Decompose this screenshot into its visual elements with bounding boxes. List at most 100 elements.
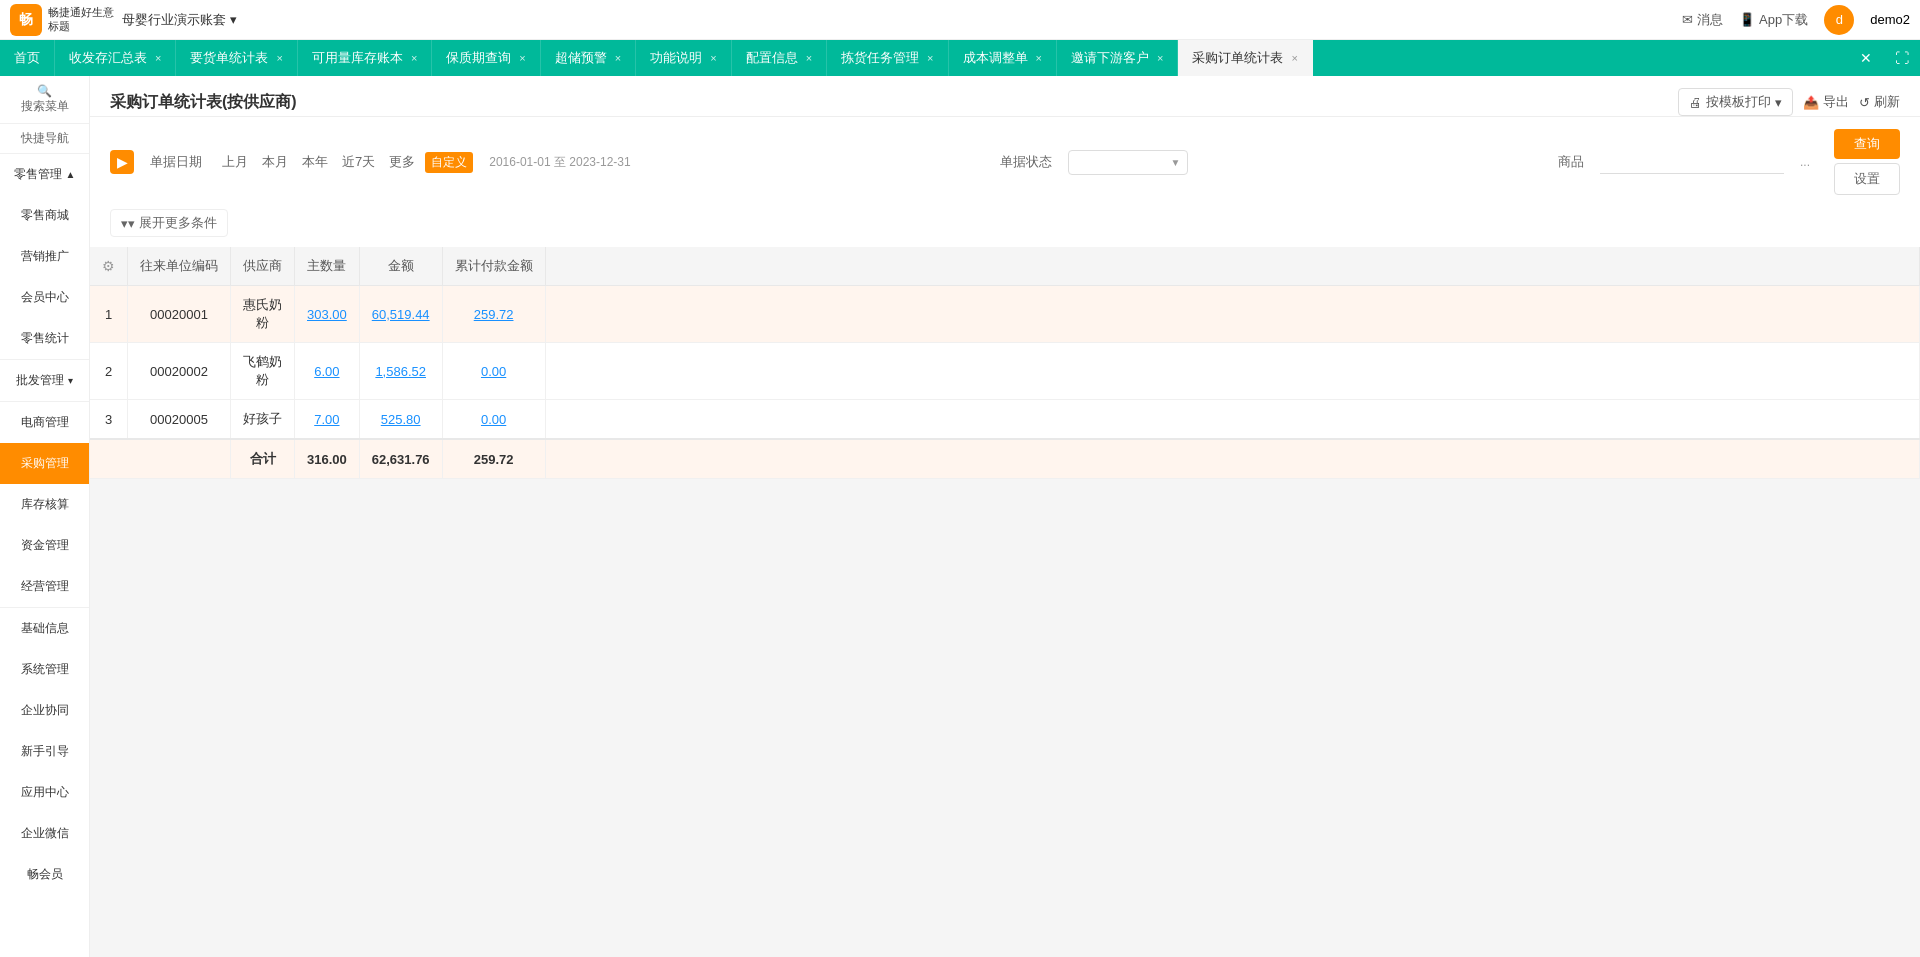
query-btn[interactable]: 查询 bbox=[1834, 129, 1900, 159]
nav-tabs: 首页 收发存汇总表 × 要货单统计表 × 可用量库存账本 × 保质期查询 × 超… bbox=[0, 40, 1920, 76]
sidebar-item-operations[interactable]: 经营管理 bbox=[0, 566, 89, 607]
logo-text: 畅捷通好生意 标题 bbox=[48, 6, 114, 32]
sidebar-item-member[interactable]: 会员中心 bbox=[0, 277, 89, 318]
sidebar-item-ecommerce[interactable]: 电商管理 bbox=[0, 402, 89, 443]
sidebar-item-search[interactable]: 🔍 搜索菜单 bbox=[0, 76, 89, 124]
close-icon[interactable]: × bbox=[710, 52, 716, 64]
close-icon[interactable]: × bbox=[806, 52, 812, 64]
close-icon[interactable]: × bbox=[155, 52, 161, 64]
footer-label: 合计 bbox=[231, 439, 295, 479]
avatar[interactable]: d bbox=[1824, 5, 1854, 35]
close-icon[interactable]: × bbox=[519, 52, 525, 64]
refresh-btn[interactable]: ↺ 刷新 bbox=[1859, 93, 1900, 111]
app-download-btn[interactable]: 📱 App下载 bbox=[1739, 11, 1808, 29]
sidebar-item-marketing[interactable]: 营销推广 bbox=[0, 236, 89, 277]
goods-input[interactable] bbox=[1600, 150, 1784, 174]
tab-gongneng[interactable]: 功能说明 × bbox=[636, 40, 731, 76]
sidebar-item-quicknav[interactable]: 快捷导航 bbox=[0, 124, 89, 154]
footer-amount: 62,631.76 bbox=[359, 439, 442, 479]
close-icon[interactable]: × bbox=[1157, 52, 1163, 64]
row-extra-1 bbox=[545, 286, 1919, 343]
row-qty-3[interactable]: 7.00 bbox=[295, 400, 360, 440]
close-icon[interactable]: × bbox=[615, 52, 621, 64]
data-table: ⚙ 往来单位编码 供应商 主数量 金额 累计付款金额 1 00020001 惠氏… bbox=[90, 247, 1920, 479]
last-7days-btn[interactable]: 近7天 bbox=[338, 151, 379, 173]
more-fields-btn[interactable]: ... bbox=[1800, 155, 1810, 169]
sidebar-item-finance[interactable]: 资金管理 bbox=[0, 525, 89, 566]
table-body: 1 00020001 惠氏奶粉 303.00 60,519.44 259.72 … bbox=[90, 286, 1920, 440]
row-paid-1[interactable]: 259.72 bbox=[442, 286, 545, 343]
this-month-btn[interactable]: 本月 bbox=[258, 151, 292, 173]
col-settings[interactable]: ⚙ bbox=[90, 247, 128, 286]
close-icon[interactable]: × bbox=[1036, 52, 1042, 64]
fullscreen-btn[interactable]: ⛶ bbox=[1884, 40, 1920, 76]
filter-toggle-btn[interactable]: ▶ bbox=[110, 150, 134, 174]
row-amount-3[interactable]: 525.80 bbox=[359, 400, 442, 440]
sidebar-item-wholesale[interactable]: 批发管理 ▾ bbox=[0, 360, 89, 401]
tab-chaochuyu[interactable]: 超储预警 × bbox=[541, 40, 636, 76]
tab-shoufacun[interactable]: 收发存汇总表 × bbox=[55, 40, 176, 76]
sidebar-item-enterprise[interactable]: 企业协同 bbox=[0, 690, 89, 731]
row-amount-1[interactable]: 60,519.44 bbox=[359, 286, 442, 343]
sidebar-item-app-center[interactable]: 应用中心 bbox=[0, 772, 89, 813]
tab-home[interactable]: 首页 bbox=[0, 40, 55, 76]
status-select[interactable] bbox=[1068, 150, 1188, 175]
message-icon: ✉ bbox=[1682, 12, 1693, 27]
close-icon[interactable]: × bbox=[411, 52, 417, 64]
content-area: 采购订单统计表(按供应商) 🖨 按模板打印 ▾ 📤 导出 ↺ 刷新 bbox=[90, 76, 1920, 957]
print-btn[interactable]: 🖨 按模板打印 ▾ bbox=[1678, 88, 1793, 116]
row-amount-2[interactable]: 1,586.52 bbox=[359, 343, 442, 400]
row-qty-2[interactable]: 6.00 bbox=[295, 343, 360, 400]
sidebar-item-wechat[interactable]: 企业微信 bbox=[0, 813, 89, 854]
top-bar-right: ✉ 消息 📱 App下载 d demo2 bbox=[1682, 5, 1910, 35]
tab-yaohuo[interactable]: 要货单统计表 × bbox=[176, 40, 297, 76]
sidebar-item-inventory[interactable]: 库存核算 bbox=[0, 484, 89, 525]
search-icon: 🔍 bbox=[37, 84, 52, 98]
chevron-down-icon: ▾ bbox=[68, 375, 73, 386]
sidebar-item-purchase[interactable]: 采购管理 bbox=[0, 443, 89, 484]
dropdown-arrow-icon: ▾ bbox=[1775, 95, 1782, 110]
table-row: 2 00020002 飞鹤奶粉 6.00 1,586.52 0.00 bbox=[90, 343, 1920, 400]
footer-paid: 259.72 bbox=[442, 439, 545, 479]
sidebar-item-member-plus[interactable]: 畅会员 bbox=[0, 854, 89, 895]
status-select-wrapper bbox=[1068, 150, 1188, 175]
sidebar-item-newbie[interactable]: 新手引导 bbox=[0, 731, 89, 772]
row-paid-3[interactable]: 0.00 bbox=[442, 400, 545, 440]
message-btn[interactable]: ✉ 消息 bbox=[1682, 11, 1723, 29]
tab-peizhixin[interactable]: 配置信息 × bbox=[732, 40, 827, 76]
expand-more-btn[interactable]: ▾▾ 展开更多条件 bbox=[110, 209, 228, 237]
column-settings-icon[interactable]: ⚙ bbox=[102, 258, 115, 274]
row-qty-1[interactable]: 303.00 bbox=[295, 286, 360, 343]
filter-row-1: ▶ 单据日期 上月 本月 本年 近7天 更多 自定义 2016-01-01 至 … bbox=[110, 129, 1900, 195]
row-code-1: 00020001 bbox=[128, 286, 231, 343]
tab-jianhuo[interactable]: 拣货任务管理 × bbox=[827, 40, 948, 76]
col-amount: 金额 bbox=[359, 247, 442, 286]
main-layout: 🔍 搜索菜单 快捷导航 零售管理 ▲ 零售商城 营销推广 会员中心 零售统计 批… bbox=[0, 76, 1920, 957]
sidebar: 🔍 搜索菜单 快捷导航 零售管理 ▲ 零售商城 营销推广 会员中心 零售统计 批… bbox=[0, 76, 90, 957]
close-icon[interactable]: × bbox=[1291, 52, 1297, 64]
col-code: 往来单位编码 bbox=[128, 247, 231, 286]
footer-empty bbox=[90, 439, 231, 479]
sidebar-item-retail-mgmt[interactable]: 零售管理 ▲ bbox=[0, 154, 89, 195]
sidebar-item-retail-stats[interactable]: 零售统计 bbox=[0, 318, 89, 359]
sidebar-item-basic-info[interactable]: 基础信息 bbox=[0, 608, 89, 649]
this-year-btn[interactable]: 本年 bbox=[298, 151, 332, 173]
sidebar-item-retail-shop[interactable]: 零售商城 bbox=[0, 195, 89, 236]
print-icon: 🖨 bbox=[1689, 95, 1702, 110]
custom-date-btn[interactable]: 自定义 bbox=[425, 152, 473, 173]
close-icon[interactable]: × bbox=[927, 52, 933, 64]
workspace-selector[interactable]: 母婴行业演示账套 ▾ bbox=[122, 11, 237, 29]
last-month-btn[interactable]: 上月 bbox=[218, 151, 252, 173]
tab-yaoqing[interactable]: 邀请下游客户 × bbox=[1057, 40, 1178, 76]
export-btn[interactable]: 📤 导出 bbox=[1803, 93, 1849, 111]
row-paid-2[interactable]: 0.00 bbox=[442, 343, 545, 400]
close-all-tabs-btn[interactable]: ✕ bbox=[1848, 40, 1884, 76]
close-icon[interactable]: × bbox=[276, 52, 282, 64]
sidebar-item-system[interactable]: 系统管理 bbox=[0, 649, 89, 690]
tab-kuyun[interactable]: 可用量库存账本 × bbox=[298, 40, 432, 76]
tab-chengben[interactable]: 成本调整单 × bbox=[949, 40, 1057, 76]
more-date-btn[interactable]: 更多 bbox=[385, 151, 419, 173]
tab-caigou-active[interactable]: 采购订单统计表 × bbox=[1178, 40, 1312, 76]
settings-btn[interactable]: 设置 bbox=[1834, 163, 1900, 195]
tab-baozhiqi[interactable]: 保质期查询 × bbox=[432, 40, 540, 76]
